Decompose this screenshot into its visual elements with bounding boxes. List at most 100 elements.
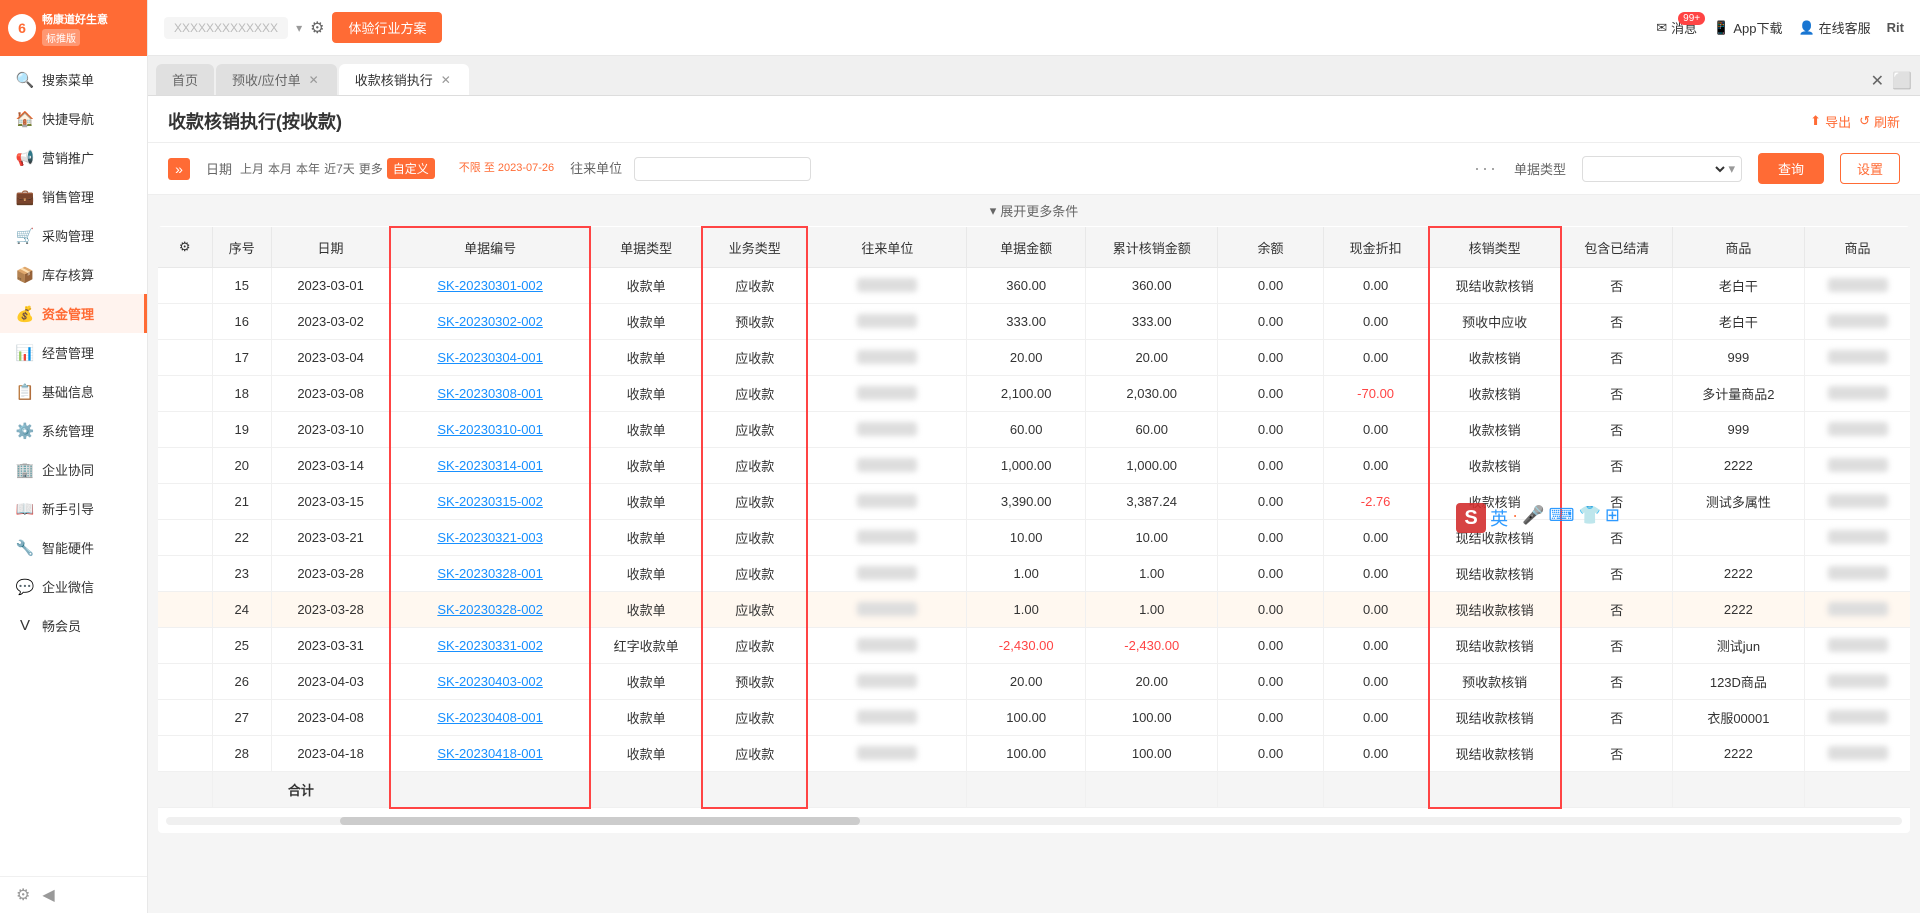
cell-seq: 27 [212,700,271,736]
sidebar-item-purchase[interactable]: 🛒 采购管理 [0,216,147,255]
sidebar-item-basic[interactable]: 📋 基础信息 [0,372,147,411]
bill-no-link[interactable]: SK-20230321-003 [437,530,543,545]
expand-more-row[interactable]: ▾ 展开更多条件 [148,195,1920,226]
collapse-icon[interactable]: ◀ [42,885,54,905]
refresh-btn[interactable]: ↺ 刷新 [1859,112,1900,131]
date-opt-7days[interactable]: 近7天 [324,160,355,177]
cell-bill-no: SK-20230418-001 [390,736,590,772]
th-gear[interactable]: ⚙ [158,227,212,268]
cell-product2 [1805,448,1910,484]
sidebar-item-enterprise[interactable]: 🏢 企业协同 [0,450,147,489]
sidebar-item-member[interactable]: V 畅会员 [0,606,147,645]
app-download-btn[interactable]: 📱 App下载 [1713,18,1782,37]
bill-no-link[interactable]: SK-20230418-001 [437,746,543,761]
hardware-icon: 🔧 [16,539,34,557]
cell-date: 2023-03-28 [271,592,390,628]
custom-date-btn[interactable]: 自定义 [387,158,435,179]
tab-pre-payment[interactable]: 预收/应付单 ✕ [216,64,337,95]
table-row[interactable]: 21 2023-03-15 SK-20230315-002 收款单 应收款 3,… [158,484,1910,520]
table-row[interactable]: 25 2023-03-31 SK-20230331-002 红字收款单 应收款 … [158,628,1910,664]
cell-bill-amount: 10.00 [967,520,1086,556]
sidebar-item-guide[interactable]: 📖 新手引导 [0,489,147,528]
scrollbar-thumb[interactable] [340,817,861,825]
sidebar-item-search[interactable]: 🔍 搜索菜单 [0,60,147,99]
basic-icon: 📋 [16,383,34,401]
bill-type-select[interactable] [1583,157,1728,181]
table-row[interactable]: 27 2023-04-08 SK-20230408-001 收款单 应收款 10… [158,700,1910,736]
table-row[interactable]: 26 2023-04-03 SK-20230403-002 收款单 预收款 20… [158,664,1910,700]
bill-no-link[interactable]: SK-20230310-001 [437,422,543,437]
table-row[interactable]: 15 2023-03-01 SK-20230301-002 收款单 应收款 36… [158,268,1910,304]
cell-partner [807,520,966,556]
notification-btn[interactable]: ✉ 消息 99+ [1656,18,1697,37]
bill-no-link[interactable]: SK-20230328-001 [437,566,543,581]
cell-product2 [1805,268,1910,304]
sidebar-item-finance[interactable]: 💰 资金管理 [0,294,147,333]
tab-close-pre-payment[interactable]: ✕ [307,73,321,87]
bill-no-link[interactable]: SK-20230308-001 [437,386,543,401]
sidebar-item-inventory[interactable]: 📦 库存核算 [0,255,147,294]
table-row[interactable]: 23 2023-03-28 SK-20230328-001 收款单 应收款 1.… [158,556,1910,592]
table-row[interactable]: 22 2023-03-21 SK-20230321-003 收款单 应收款 10… [158,520,1910,556]
horizontal-scrollbar[interactable] [166,817,1902,825]
date-opt-this-year[interactable]: 本年 [296,160,320,177]
settings-filter-btn[interactable]: 设置 [1840,153,1900,184]
cell-product2 [1805,484,1910,520]
sidebar-item-wechat[interactable]: 💬 企业微信 [0,567,147,606]
bill-no-link[interactable]: SK-20230302-002 [437,314,543,329]
bill-no-link[interactable]: SK-20230408-001 [437,710,543,725]
bill-no-link[interactable]: SK-20230314-001 [437,458,543,473]
sidebar-menu: 🔍 搜索菜单 🏠 快捷导航 📢 营销推广 💼 销售管理 🛒 采购管理 📦 库存核… [0,56,147,876]
partner-input[interactable] [634,157,811,181]
maximize-icon[interactable]: ⬜ [1892,71,1912,91]
date-opt-more[interactable]: 更多 [359,160,383,177]
cell-product [1672,520,1804,556]
close-tab-icon[interactable]: ✕ [1871,71,1884,91]
filter-expand-btn[interactable]: » [168,158,190,180]
sidebar-item-quick-nav[interactable]: 🏠 快捷导航 [0,99,147,138]
cell-product: 123D商品 [1672,664,1804,700]
sidebar-item-hardware[interactable]: 🔧 智能硬件 [0,528,147,567]
bill-no-link[interactable]: SK-20230315-002 [437,494,543,509]
table-wrap: ⚙ 序号 日期 单据编号 单据类型 业务类型 往来单位 单据金额 累计核销金额 … [148,226,1920,913]
workspace-name[interactable]: XXXXXXXXXXXXX [164,17,288,39]
table-row[interactable]: 28 2023-04-18 SK-20230418-001 收款单 应收款 10… [158,736,1910,772]
support-btn[interactable]: 👤 在线客服 [1798,18,1870,37]
bill-no-link[interactable]: SK-20230304-001 [437,350,543,365]
table-row[interactable]: 19 2023-03-10 SK-20230310-001 收款单 应收款 60… [158,412,1910,448]
sidebar-item-operations[interactable]: 📊 经营管理 [0,333,147,372]
topbar-gear-icon[interactable]: ⚙ [310,18,324,38]
cell-write-off-type: 现结收款核销 [1429,556,1561,592]
table-row[interactable]: 18 2023-03-08 SK-20230308-001 收款单 应收款 2,… [158,376,1910,412]
blurred-product2 [1828,638,1888,652]
tab-home[interactable]: 首页 [156,64,214,95]
date-opt-last-month[interactable]: 上月 [240,160,264,177]
blurred-partner [857,314,917,328]
query-btn[interactable]: 查询 [1758,153,1824,184]
sidebar-item-system[interactable]: ⚙️ 系统管理 [0,411,147,450]
bill-no-link[interactable]: SK-20230331-002 [437,638,543,653]
cell-gear [158,592,212,628]
bill-no-link[interactable]: SK-20230403-002 [437,674,543,689]
table-row[interactable]: 17 2023-03-04 SK-20230304-001 收款单 应收款 20… [158,340,1910,376]
footer-bill-amount [967,772,1086,808]
solution-btn[interactable]: 体验行业方案 [332,12,442,43]
table-row[interactable]: 20 2023-03-14 SK-20230314-001 收款单 应收款 1,… [158,448,1910,484]
cell-date: 2023-03-15 [271,484,390,520]
bill-no-link[interactable]: SK-20230328-002 [437,602,543,617]
table-row[interactable]: 16 2023-03-02 SK-20230302-002 收款单 预收款 33… [158,304,1910,340]
date-opt-this-month[interactable]: 本月 [268,160,292,177]
workspace-chevron-icon[interactable]: ▾ [296,21,302,35]
cell-product2 [1805,664,1910,700]
sidebar-item-sales[interactable]: 💼 销售管理 [0,177,147,216]
tab-close-collection-exec[interactable]: ✕ [439,73,453,87]
bill-no-link[interactable]: SK-20230301-002 [437,278,543,293]
logo-icon: 6 [8,14,36,42]
settings-bottom-icon[interactable]: ⚙ [16,885,30,905]
date-range-display: 不限 至 2023-07-26 [459,159,554,175]
user-info[interactable]: Rit [1887,20,1904,35]
export-btn[interactable]: ⬆ 导出 [1810,112,1851,131]
tab-collection-exec[interactable]: 收款核销执行 ✕ [339,64,469,95]
sidebar-item-marketing[interactable]: 📢 营销推广 [0,138,147,177]
table-row[interactable]: 24 2023-03-28 SK-20230328-002 收款单 应收款 1.… [158,592,1910,628]
